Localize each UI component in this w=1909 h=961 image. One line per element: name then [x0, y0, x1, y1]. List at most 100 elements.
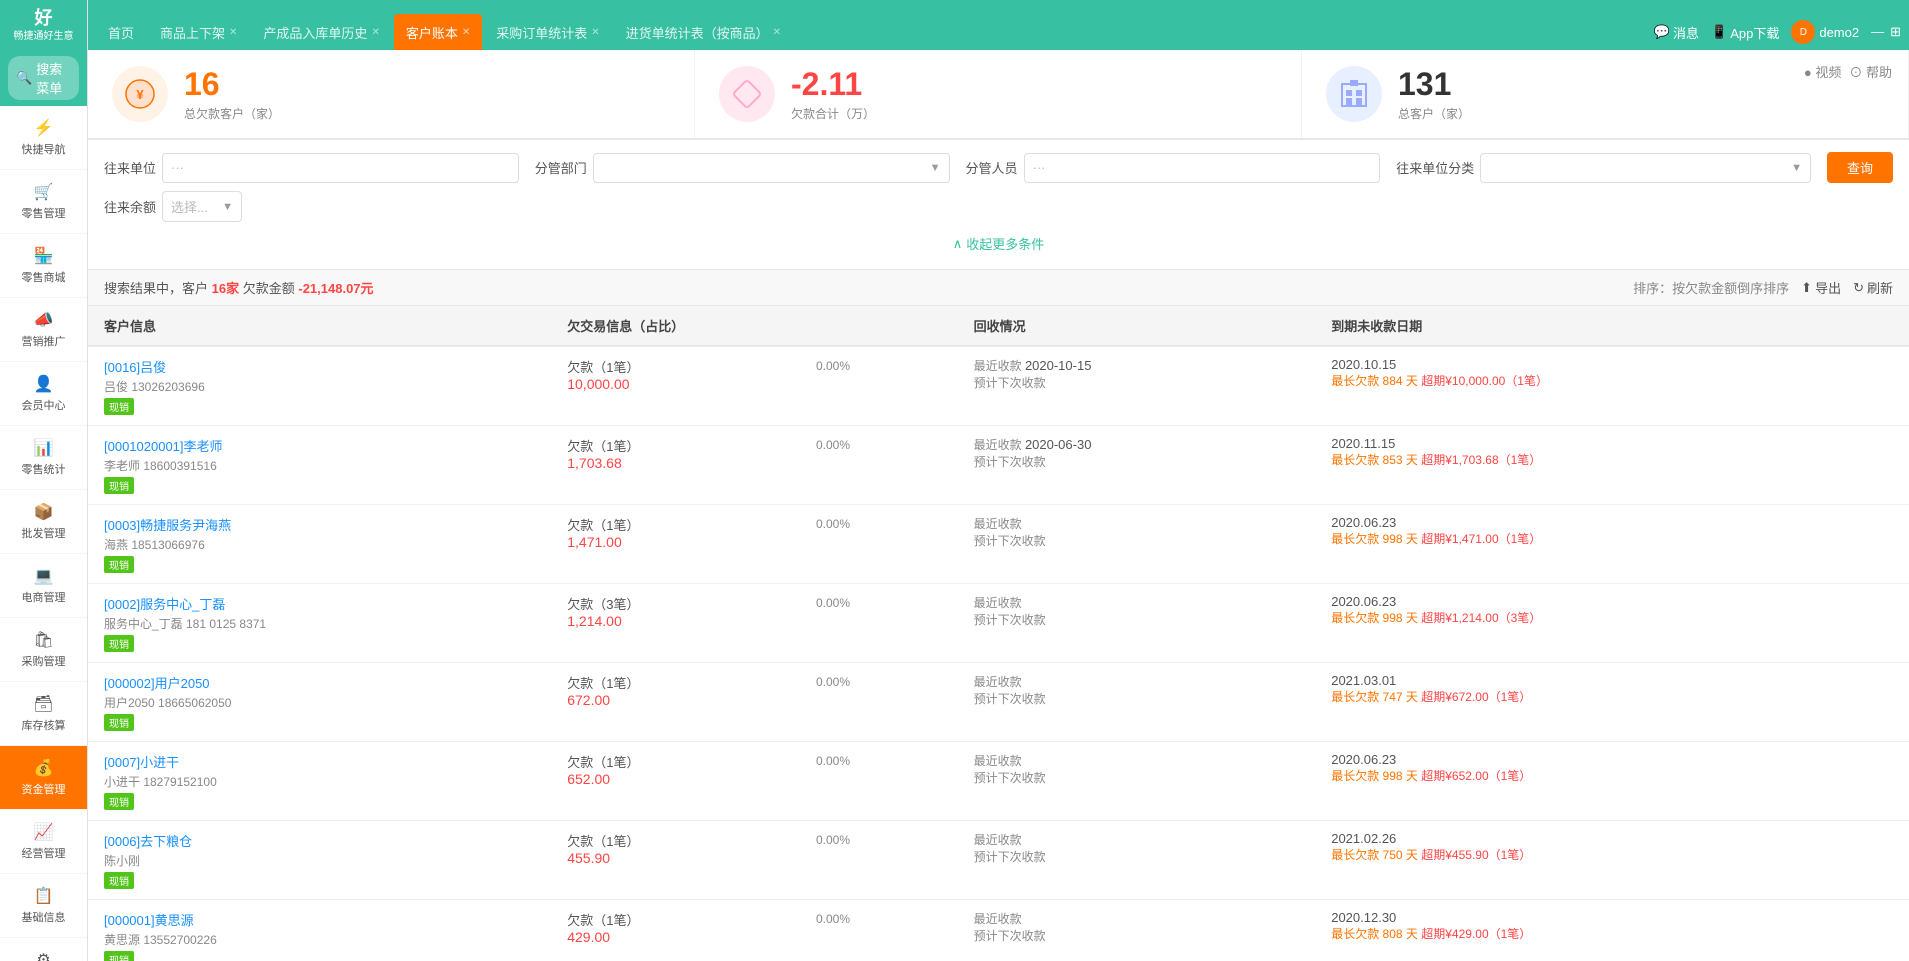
debt-count-2: 欠款（1笔）	[567, 515, 784, 534]
result-bar: 搜索结果中，客户 16家 欠款金额 -21,148.07元 排序：按欠款金额倒序…	[88, 270, 1909, 306]
sidebar-item-retail_mgmt[interactable]: 🛒 零售管理	[0, 170, 87, 234]
overdue-link-4[interactable]: 超期¥672.00（1笔）	[1421, 690, 1531, 704]
stat-icon-diamond	[719, 66, 775, 122]
sidebar-item-system[interactable]: ⚙ 系统管理	[0, 938, 87, 961]
manager-input[interactable]: ···	[1024, 153, 1381, 183]
tab-produce_history[interactable]: 产成品入库单历史✕	[251, 14, 391, 50]
tab-label-purchase_stats: 进货单统计表（按商品）	[626, 23, 769, 42]
customer-name-link-5[interactable]: [0007]小进干	[104, 752, 535, 771]
customer-name-link-1[interactable]: [0001020001]李老师	[104, 436, 535, 455]
finance-icon: 💰	[4, 758, 83, 778]
sidebar-item-basic_info[interactable]: 📋 基础信息	[0, 874, 87, 938]
col-due-date: 到期未收款日期	[1315, 306, 1909, 346]
tab-purchase_stats[interactable]: 进货单统计表（按商品） ✕	[614, 14, 793, 50]
cell-debt-text-4: 欠款（1笔） 672.00	[551, 663, 800, 742]
tab-label-home: 首页	[108, 23, 134, 42]
customer-tag-3: 现销	[104, 635, 134, 652]
source-unit-input[interactable]: ···	[162, 153, 519, 183]
sidebar-item-finance[interactable]: 💰 资金管理	[0, 746, 87, 810]
sidebar-item-operation[interactable]: 📈 经营管理	[0, 810, 87, 874]
sidebar-item-marketing[interactable]: 📣 营销推广	[0, 298, 87, 362]
overdue-link-1[interactable]: 超期¥1,703.68（1笔）	[1421, 453, 1541, 467]
overdue-link-2[interactable]: 超期¥1,471.00（1笔）	[1421, 532, 1541, 546]
refresh-btn[interactable]: ↻ 刷新	[1853, 278, 1893, 297]
due-date-0: 2020.10.15	[1331, 357, 1893, 372]
sidebar-item-inventory[interactable]: 🗃 库存核算	[0, 682, 87, 746]
export-btn[interactable]: ⬆ 导出	[1801, 278, 1841, 297]
tab-customer_account[interactable]: 客户账本✕	[394, 14, 482, 50]
overdue-link-6[interactable]: 超期¥455.90（1笔）	[1421, 848, 1531, 862]
col-customer-info: 客户信息	[88, 306, 551, 346]
last-collect-label-3: 最近收款	[974, 594, 1300, 611]
balance-type-select[interactable]: 选择... ▼	[162, 191, 242, 222]
customer-table: 客户信息 欠交易信息（占比） 回收情况 到期未收款日期 [0016]吕俊 吕俊 …	[88, 306, 1909, 961]
overdue-link-3[interactable]: 超期¥1,214.00（3笔）	[1421, 611, 1541, 625]
tab-home[interactable]: 首页	[96, 14, 146, 50]
dept-select[interactable]: ▼	[593, 153, 950, 183]
overdue-link-0[interactable]: 超期¥10,000.00（1笔）	[1421, 374, 1548, 388]
sidebar-item-ecommerce[interactable]: 💻 电商管理	[0, 554, 87, 618]
operation-icon: 📈	[4, 822, 83, 842]
sidebar-item-batch_mgmt[interactable]: 📦 批发管理	[0, 490, 87, 554]
customer-name-link-7[interactable]: [000001]黄思源	[104, 910, 535, 929]
tab-close-produce_history[interactable]: ✕	[371, 27, 379, 38]
customer-name-link-2[interactable]: [0003]畅捷服务尹海燕	[104, 515, 535, 534]
query-button[interactable]: 查询	[1827, 152, 1893, 183]
debt-amount-3: 1,214.00	[567, 613, 784, 629]
stat-label-debt-amount: 欠款合计（万）	[791, 105, 875, 122]
customer-name-link-3[interactable]: [0002]服务中心_丁磊	[104, 594, 535, 613]
tab-products_off[interactable]: 商品上下架 ✕	[148, 14, 249, 50]
debt-count-4: 欠款（1笔）	[567, 673, 784, 692]
tab-close-purchase_order[interactable]: ✕	[591, 27, 599, 38]
sidebar-item-retail_stats[interactable]: 📊 零售统计	[0, 426, 87, 490]
due-date-3: 2020.06.23	[1331, 594, 1893, 609]
customer-name-link-0[interactable]: [0016]吕俊	[104, 357, 535, 376]
stat-debt-customers: ¥ 16 总欠款客户（家）	[88, 50, 695, 138]
filter-collapse-btn[interactable]: ∧ 收起更多条件	[104, 230, 1893, 257]
stat-number-debt-amount: -2.11	[791, 66, 875, 103]
purchase_mgmt-icon: 🛍	[4, 630, 83, 650]
maximize-icon[interactable]: ⊞	[1890, 24, 1901, 40]
debt-amount-7: 429.00	[567, 929, 784, 945]
inventory-icon: 🗃	[4, 694, 83, 714]
tab-close-purchase_stats[interactable]: ✕	[773, 27, 781, 38]
cell-debt-ratio-2: 0.00%	[800, 505, 958, 584]
app-download-btn[interactable]: 📱 App下载	[1711, 23, 1779, 42]
cell-due-7: 2020.12.30 最长欠款 808 天 超期¥429.00（1笔）	[1315, 900, 1909, 961]
sidebar-item-retail_mall[interactable]: 🏪 零售商城	[0, 234, 87, 298]
last-collect-label-0: 最近收款 2020-10-15	[974, 357, 1300, 374]
sort-label[interactable]: 排序：按欠款金额倒序排序	[1633, 278, 1789, 297]
sidebar-item-member_center[interactable]: 👤 会员中心	[0, 362, 87, 426]
tab-close-products_off[interactable]: ✕	[229, 27, 237, 38]
table-row: [000002]用户2050 用户2050 18665062050 现销 欠款（…	[88, 663, 1909, 742]
customer-name-link-6[interactable]: [0006]去下粮仓	[104, 831, 535, 850]
tab-label-products_off: 商品上下架	[160, 23, 225, 42]
sidebar-search-box[interactable]: 🔍 搜索菜单	[8, 56, 79, 100]
filter-dept-label: 分管部门	[535, 158, 587, 177]
ecommerce-icon: 💻	[4, 566, 83, 586]
minimize-icon[interactable]: —	[1871, 24, 1884, 40]
sidebar-item-purchase_mgmt[interactable]: 🛍 采购管理	[0, 618, 87, 682]
tab-purchase_order[interactable]: 采购订单统计表 ✕	[484, 14, 611, 50]
user-avatar[interactable]: D demo2	[1791, 20, 1859, 44]
retail_mall-icon: 🏪	[4, 246, 83, 266]
sidebar-item-quick_nav[interactable]: ⚡ 快捷导航	[0, 106, 87, 170]
overdue-link-7[interactable]: 超期¥429.00（1笔）	[1421, 927, 1531, 941]
message-btn[interactable]: 💬 消息	[1654, 23, 1699, 42]
download-icon: 📱	[1711, 24, 1727, 40]
help-btn[interactable]: ⊙ 帮助	[1849, 62, 1892, 81]
tab-close-customer_account[interactable]: ✕	[462, 27, 470, 38]
overdue-days-4: 最长欠款 747 天 超期¥672.00（1笔）	[1331, 688, 1893, 705]
sidebar-item-label-retail_mall: 零售商城	[4, 269, 83, 285]
stat-icon-yuan: ¥	[112, 66, 168, 122]
overdue-link-5[interactable]: 超期¥652.00（1笔）	[1421, 769, 1531, 783]
overdue-days-1: 最长欠款 853 天 超期¥1,703.68（1笔）	[1331, 451, 1893, 468]
cell-debt-ratio-4: 0.00%	[800, 663, 958, 742]
video-help-btn[interactable]: ● 视频	[1804, 62, 1841, 81]
customer-name-link-4[interactable]: [000002]用户2050	[104, 673, 535, 692]
unit-category-select[interactable]: ▼	[1480, 153, 1811, 183]
system-icon: ⚙	[4, 950, 83, 961]
col-debt-info: 欠交易信息（占比）	[551, 306, 957, 346]
search-icon: 🔍	[16, 70, 32, 86]
tab-label-purchase_order: 采购订单统计表	[496, 23, 587, 42]
